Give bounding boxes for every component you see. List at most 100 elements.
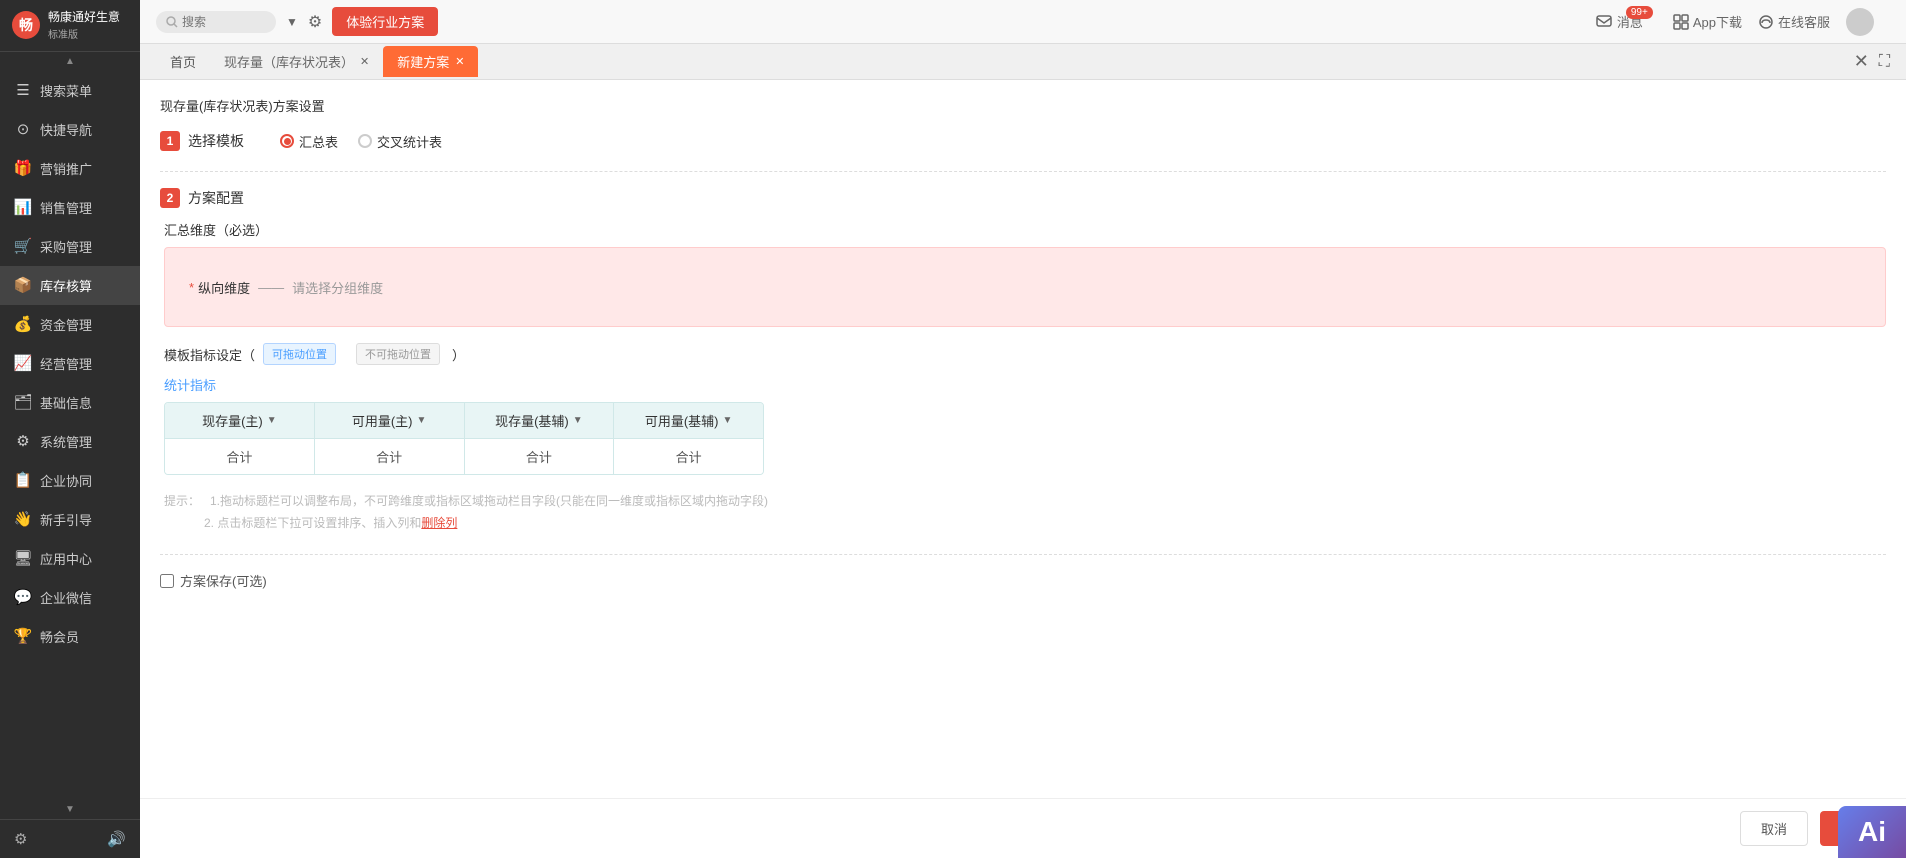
sidebar-item-nav[interactable]: ⊙ 快捷导航 [0,110,140,149]
tab-home[interactable]: 首页 [156,46,210,77]
logo-icon: 畅 [12,11,40,39]
col4-dropdown-icon[interactable]: ▼ [723,415,733,426]
topbar: ▼ ⚙ 体验行业方案 消息 99+ App下载 在线客服 [140,0,1906,44]
stats-header-col4[interactable]: 可用量(基辅) ▼ [614,403,763,438]
step2-header: 2 方案配置 [160,188,1886,208]
stats-header-col1[interactable]: 现存量(主) ▼ [165,403,315,438]
stats-header-col2[interactable]: 可用量(主) ▼ [315,403,465,438]
topbar-gear-icon[interactable]: ⚙ [308,12,322,32]
system-icon: ⚙ [14,432,32,450]
radio-summary-label: 汇总表 [299,132,338,151]
stats-table: 现存量(主) ▼ 可用量(主) ▼ 现存量(基辅) ▼ [164,402,764,475]
indicators-prefix: 模板指标设定（ [164,345,255,364]
wechat-icon: 💬 [14,588,32,606]
sidebar-item-system[interactable]: ⚙ 系统管理 [0,422,140,461]
sound-icon[interactable]: 🔊 [107,830,126,848]
sidebar-scroll-up[interactable]: ▲ [0,52,140,71]
search-input[interactable] [182,15,262,29]
stats-data-col1: 合计 [165,438,315,474]
settings-icon[interactable]: ⚙ [14,830,27,848]
sidebar-item-search[interactable]: ☰ 搜索菜单 [0,71,140,110]
tab-inventory[interactable]: 现存量（库存状况表） ✕ [210,46,383,77]
page-title: 现存量(库存状况表)方案设置 [160,96,1886,115]
tab-new-plan-label: 新建方案 [397,52,449,71]
tab-new-plan-close[interactable]: ✕ [455,55,464,68]
sidebar-item-marketing[interactable]: 🎁 营销推广 [0,149,140,188]
stats-header-col3[interactable]: 现存量(基辅) ▼ [465,403,615,438]
movable-tag: 可拖动位置 [263,343,336,365]
sidebar-item-label: 搜索菜单 [40,81,92,100]
sidebar-item-collab[interactable]: 📋 企业协同 [0,461,140,500]
tab-new-plan[interactable]: 新建方案 ✕ [383,46,478,77]
indicators-label: 模板指标设定（ 可拖动位置 不可拖动位置 ） [164,343,1886,365]
step1-section: 1 选择模板 汇总表 交叉统计表 [160,131,1886,151]
inventory-icon: 📦 [14,276,32,294]
message-button[interactable]: 消息 99+ [1595,12,1643,31]
member-icon: 🏆 [14,627,32,645]
sidebar-item-label: 快捷导航 [40,120,92,139]
expand-panel-icon[interactable]: ⛶ [1879,53,1890,71]
finance-icon: 💰 [14,315,32,333]
sidebar-scroll-down[interactable]: ▼ [0,800,140,819]
dimension-area[interactable]: * 纵向维度 —— 请选择分组维度 [164,247,1886,327]
step1-header: 1 选择模板 汇总表 交叉统计表 [160,131,1886,151]
topbar-dropdown-icon[interactable]: ▼ [286,15,298,29]
sidebar-item-label: 销售管理 [40,198,92,217]
collab-icon: 📋 [14,471,32,489]
tip2-highlight[interactable]: 删除列 [421,516,457,530]
sales-icon: 📊 [14,198,32,216]
stats-title: 统计指标 [164,375,1886,394]
col1-header: 现存量(主) [202,411,263,430]
sidebar-item-label: 企业微信 [40,588,92,607]
dimension-text: 纵向维度 [198,278,250,297]
ai-badge[interactable]: Ai [1838,806,1906,858]
radio-cross-circle [358,134,372,148]
col3-dropdown-icon[interactable]: ▼ [573,415,583,426]
sidebar-item-label: 基础信息 [40,393,92,412]
apps-icon: 🖥 [14,549,32,567]
col1-dropdown-icon[interactable]: ▼ [267,415,277,426]
save-option: 方案保存(可选) [160,571,1886,590]
stats-data-col4: 合计 [614,438,763,474]
app-download-button[interactable]: App下载 [1673,12,1742,31]
sidebar-item-inventory[interactable]: 📦 库存核算 [0,266,140,305]
sidebar-item-apps[interactable]: 🖥 应用中心 [0,539,140,578]
app-version: 标准版 [48,26,120,41]
sidebar-item-label: 经营管理 [40,354,92,373]
dimension-dash: —— [258,280,284,295]
col2-dropdown-icon[interactable]: ▼ [417,415,427,426]
radio-summary[interactable]: 汇总表 [280,132,338,151]
sidebar-item-wechat[interactable]: 💬 企业微信 [0,578,140,617]
sidebar-item-guide[interactable]: 👋 新手引导 [0,500,140,539]
online-service-button[interactable]: 在线客服 [1758,12,1830,31]
topbar-search[interactable] [156,11,276,33]
search-menu-icon: ☰ [14,81,32,99]
step2-badge: 2 [160,188,180,208]
tip2: 2. 点击标题栏下拉可设置排序、插入列和删除列 [164,513,1886,535]
sidebar-item-sales[interactable]: 📊 销售管理 [0,188,140,227]
tab-inventory-label: 现存量（库存状况表） [224,52,354,71]
message-icon [1595,13,1613,31]
sidebar-item-label: 系统管理 [40,432,92,451]
stats-section: 统计指标 现存量(主) ▼ 可用量(主) ▼ [164,375,1886,475]
radio-cross[interactable]: 交叉统计表 [358,132,442,151]
nav-icon: ⊙ [14,120,32,138]
message-badge: 99+ [1626,6,1653,19]
sidebar-item-label: 应用中心 [40,549,92,568]
sidebar-item-operation[interactable]: 📈 经营管理 [0,344,140,383]
fixed-tag: 不可拖动位置 [356,343,440,365]
sidebar-item-basic[interactable]: 🗂 基础信息 [0,383,140,422]
sidebar-item-finance[interactable]: 💰 资金管理 [0,305,140,344]
operation-icon: 📈 [14,354,32,372]
dimension-required: * [189,280,194,295]
trial-button[interactable]: 体验行业方案 [332,7,438,36]
sidebar-item-member[interactable]: 🏆 畅会员 [0,617,140,656]
sidebar-item-purchase[interactable]: 🛒 采购管理 [0,227,140,266]
app-name: 畅康通好生意 [48,10,120,26]
sidebar-item-label: 资金管理 [40,315,92,334]
save-checkbox[interactable] [160,574,174,588]
tab-inventory-close[interactable]: ✕ [360,55,369,68]
sidebar-item-label: 库存核算 [40,276,92,295]
close-panel-icon[interactable]: ✕ [1854,51,1869,72]
cancel-button[interactable]: 取消 [1740,811,1808,846]
